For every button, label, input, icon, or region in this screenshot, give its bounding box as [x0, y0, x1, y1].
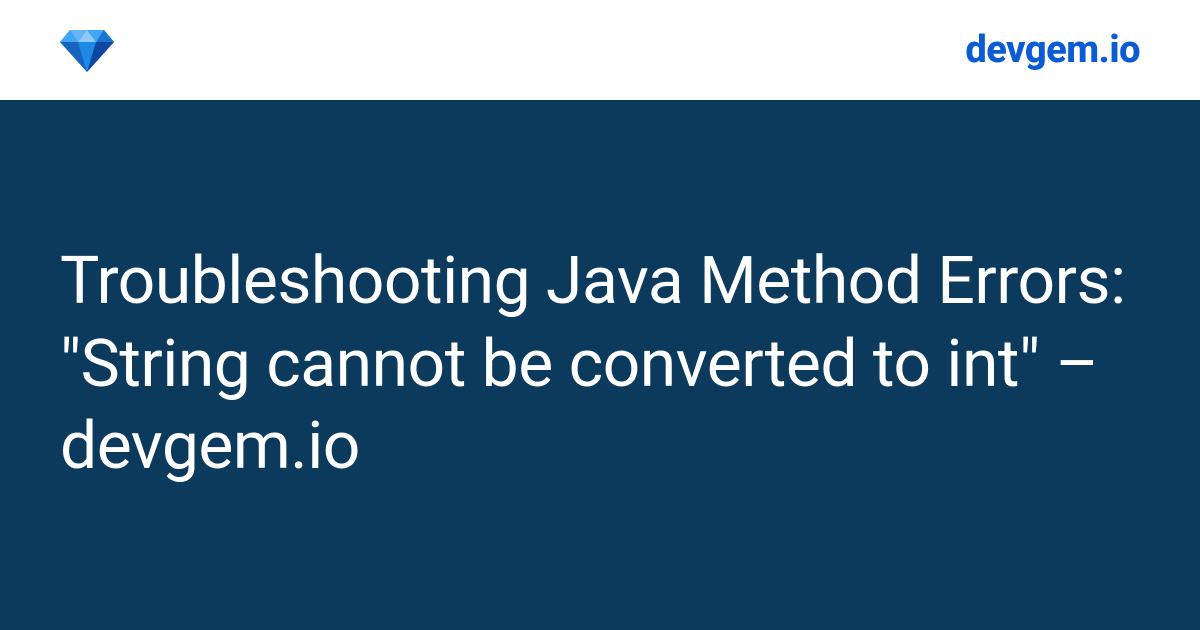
page-title: Troubleshooting Java Method Errors: "Str…	[60, 241, 1140, 489]
site-name[interactable]: devgem.io	[965, 28, 1140, 72]
gem-icon	[60, 26, 114, 74]
header: devgem.io	[0, 0, 1200, 100]
hero-section: Troubleshooting Java Method Errors: "Str…	[0, 100, 1200, 630]
